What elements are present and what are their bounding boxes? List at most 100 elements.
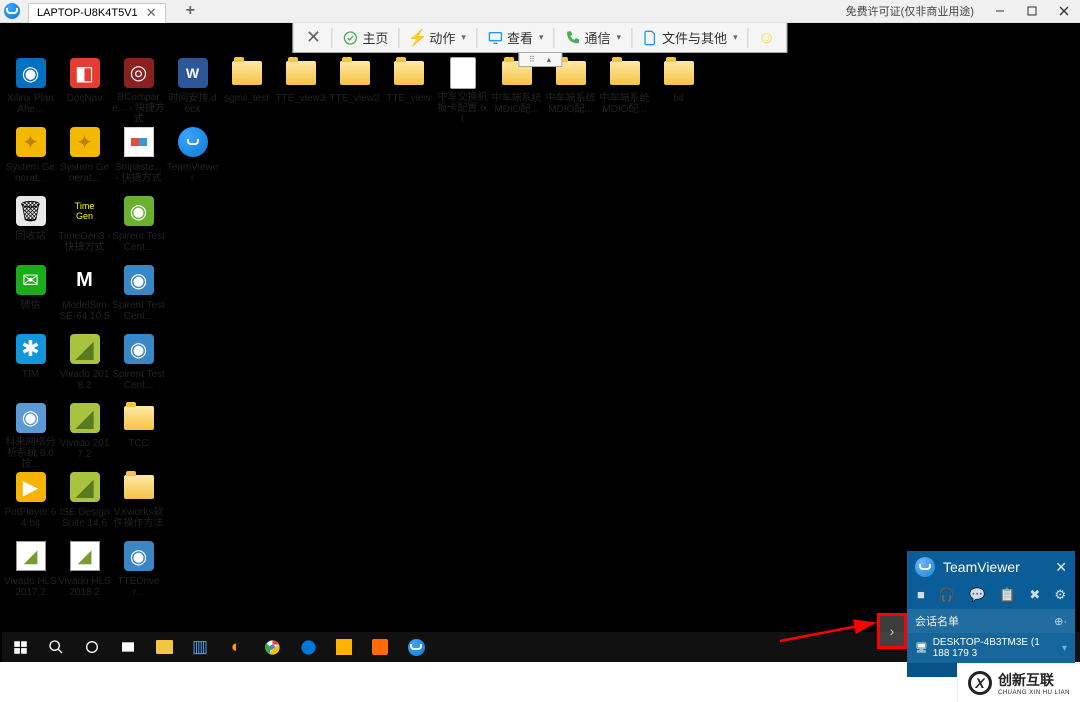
desktop-icon[interactable]: W时间安排.docx — [166, 56, 219, 125]
minimize-button[interactable] — [984, 0, 1016, 23]
desktop-icon[interactable]: ✱TIM — [4, 332, 57, 401]
desktop-icon[interactable]: MModelSim SE-64 10.5 — [58, 263, 111, 332]
taskbar-chrome-icon[interactable] — [254, 632, 290, 662]
desktop-icon[interactable]: Snipaste... - 快捷方式 — [112, 125, 165, 194]
desktop-icon[interactable]: ◢Vivado HLS 2017.2 — [4, 539, 57, 608]
desktop-icon[interactable]: ◧DocNav — [58, 56, 111, 125]
expand-handle-icon[interactable]: › — [890, 623, 895, 639]
toolbar-communication-button[interactable]: 通信 ▾ — [559, 25, 628, 51]
app-ise-icon: ◢ — [68, 470, 102, 504]
taskbar-explorer-icon[interactable] — [146, 632, 182, 662]
license-label: 免费许可证(仅非商业用途) — [846, 3, 974, 19]
toolbar-files-button[interactable]: 文件与其他 ▾ — [636, 25, 744, 51]
desktop-icon[interactable]: ◎BCompare... - 快捷方式 — [112, 56, 165, 125]
icon-label: Vivado HLS 2018.2 — [58, 576, 111, 598]
watermark-text: 创新互联 — [998, 670, 1070, 690]
add-tab-button[interactable]: + — [186, 2, 195, 20]
monitor-icon: 🖥 — [915, 643, 928, 654]
desktop-icon[interactable]: ✦ System Generat... — [58, 125, 111, 194]
panel-close-icon[interactable]: ✕ — [1055, 559, 1067, 576]
chevron-up-icon: ▴ — [547, 55, 551, 64]
icon-label: TTEDriver... — [112, 576, 165, 598]
remote-cortana-button[interactable] — [74, 632, 110, 662]
panel-title: TeamViewer — [943, 559, 1020, 575]
maximize-button[interactable] — [1016, 0, 1048, 23]
icon-label: Xilinx PlanAhe... — [4, 93, 57, 115]
remote-taskview-button[interactable] — [110, 632, 146, 662]
session-connection-row[interactable]: 🖥 DESKTOP-4B3TM3E (1 188 179 3 ▾ — [907, 633, 1075, 663]
taskbar-app-icon[interactable]: ▥ — [182, 632, 218, 662]
icon-label: sgmii_test — [224, 93, 269, 104]
title-bar: LAPTOP-U8K4T5V1 ✕ + 免费许可证(仅非商业用途) — [0, 0, 1080, 23]
close-window-button[interactable] — [1048, 0, 1080, 23]
app-kelai-icon: ◉ — [14, 401, 48, 434]
desktop-icon[interactable]: ◉Xilinx PlanAhe... — [4, 56, 57, 125]
chevron-down-icon: ▾ — [539, 32, 544, 43]
audio-icon[interactable]: 🎧 — [939, 587, 955, 603]
desktop-icon[interactable]: TimeGen TimeGen3 - 快捷方式 — [58, 194, 111, 263]
app-sysgen-icon: ✦ — [68, 125, 102, 159]
icon-label: TeamViewer — [166, 162, 219, 184]
app-spirent3-icon: ◉ — [122, 332, 156, 366]
remote-search-button[interactable] — [38, 632, 74, 662]
icon-label: TTE_view2 — [329, 93, 379, 104]
whiteboard-icon[interactable]: 📋 — [999, 587, 1015, 603]
teamviewer-logo-icon — [4, 3, 20, 19]
desktop-icon[interactable]: ◢ISE Design Suite 14.6 — [58, 470, 111, 539]
taskbar-app-icon[interactable]: ◐ — [218, 632, 254, 662]
icon-label: VXworks软件操作方法 — [112, 507, 165, 529]
toolbar-collapse-handle[interactable]: ⠿ ▴ — [518, 53, 562, 67]
smiley-icon: ☺ — [759, 30, 775, 46]
icon-label: bit — [673, 93, 684, 104]
teamviewer-side-panel: TeamViewer ✕ ■ 🎧 💬 📋 ✖ ⚙ 会话名单 ⊕· 🖥 DESKT… — [907, 551, 1075, 677]
taskbar-teamviewer-icon[interactable] — [398, 632, 434, 662]
desktop-icon[interactable]: ◉Spirent TestCent... — [112, 263, 165, 332]
desktop-icon[interactable]: ◢ Vivado 2018.2 — [58, 332, 111, 401]
icon-label: Vivado HLS 2017.2 — [4, 576, 57, 598]
icon-label: TimeGen3 - 快捷方式 — [58, 231, 111, 253]
desktop-icon[interactable]: ✉微信 — [4, 263, 57, 332]
toolbar-actions-button[interactable]: ⚡ 动作 ▾ — [403, 25, 472, 51]
desktop-icon[interactable]: ✦ System Generat... — [4, 125, 57, 194]
chat-icon[interactable]: 💬 — [969, 587, 985, 603]
desktop-icon[interactable]: ◉Spirent TestCent... — [112, 194, 165, 263]
panel-section-menu-icon[interactable]: ⊕· — [1054, 615, 1067, 628]
taskbar-app-icon[interactable] — [326, 632, 362, 662]
taskbar-edge-icon[interactable] — [290, 632, 326, 662]
close-tab-icon[interactable]: ✕ — [146, 5, 157, 21]
toolbar-view-button[interactable]: 查看 ▾ — [481, 25, 550, 51]
app-sysgen-icon: ✦ — [14, 125, 48, 159]
toolbar-feedback-button[interactable]: ☺ — [753, 25, 781, 51]
session-tab[interactable]: LAPTOP-U8K4T5V1 ✕ — [28, 3, 166, 23]
icon-label: Vivado 2018.2 — [58, 369, 111, 391]
settings-icon[interactable]: ⚙ — [1054, 587, 1066, 603]
desktop-icon[interactable]: ◉TTEDriver... — [112, 539, 165, 608]
icon-label: System Generat... — [4, 162, 57, 184]
remote-desktop[interactable]: ◉Xilinx PlanAhe...◧DocNav◎BCompare... - … — [0, 23, 1080, 662]
desktop-icon[interactable]: ▶PotPlayer 64 bit — [4, 470, 57, 539]
desktop-icon[interactable]: ◉科来网络分析系统 8.0 技... — [4, 401, 57, 470]
tools-icon[interactable]: ✖ — [1029, 587, 1040, 603]
display-icon — [487, 30, 503, 46]
desktop-icon[interactable]: TCC — [112, 401, 165, 470]
desktop-icon[interactable]: ◉Spirent TestCent... — [112, 332, 165, 401]
video-icon[interactable]: ■ — [917, 587, 925, 603]
remote-start-button[interactable] — [2, 632, 38, 662]
toolbar-close-button[interactable]: ✕ — [299, 25, 327, 51]
desktop-icon[interactable]: ◢Vivado 2017.2 — [58, 401, 111, 470]
taskbar-app-icon[interactable] — [362, 632, 398, 662]
desktop-icon[interactable]: 🗑回收站 — [4, 194, 57, 263]
icon-label: 中车端系统MDIO配... — [490, 93, 543, 115]
app-vivado-icon: ◢ — [68, 332, 102, 366]
icon-label: System Generat... — [58, 162, 111, 184]
desktop-icon[interactable]: ◢ Vivado HLS 2018.2 — [58, 539, 111, 608]
annotation-highlight-box: › — [877, 613, 907, 649]
app-vivadohls-icon: ◢ — [68, 539, 102, 573]
desktop-icon[interactable]: VXworks软件操作方法 — [112, 470, 165, 539]
toolbar-home-button[interactable]: 主页 — [336, 25, 394, 51]
desktop-icon[interactable]: TeamViewer — [166, 125, 219, 194]
folder-icon — [230, 56, 264, 90]
desktop-icon[interactable]: sgmii_test — [220, 56, 273, 125]
home-icon — [342, 30, 358, 46]
app-timegen-icon: TimeGen — [68, 194, 102, 228]
